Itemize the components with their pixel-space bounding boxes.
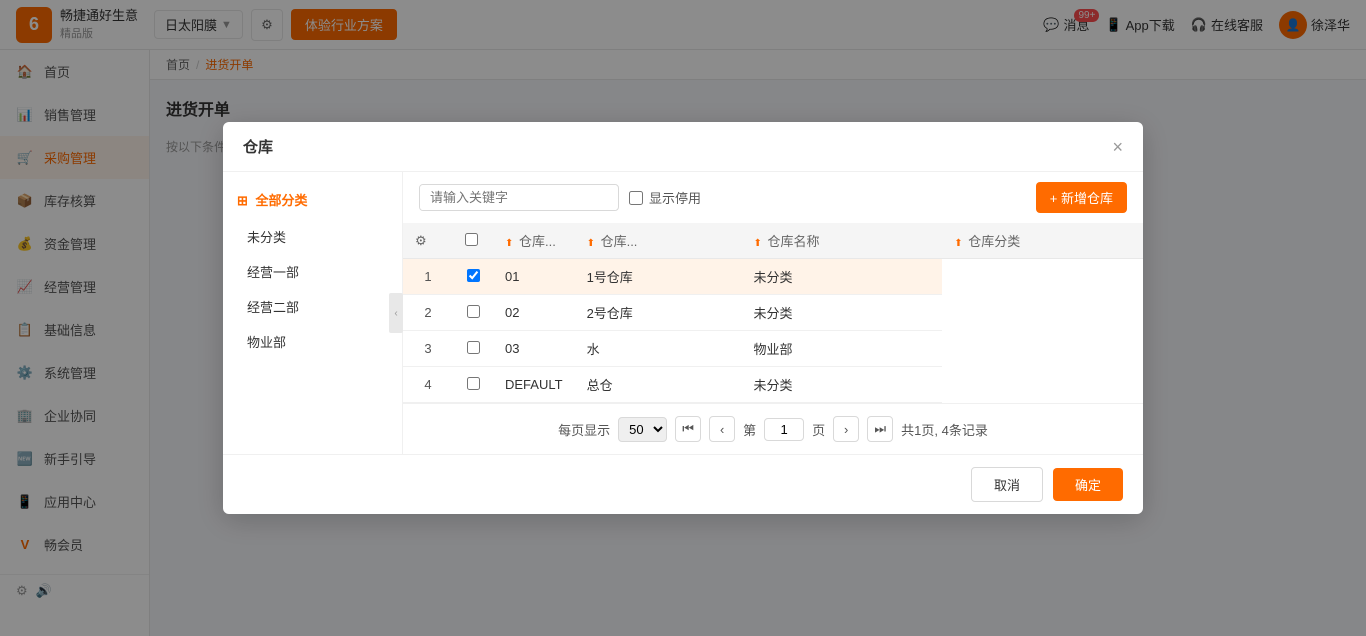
table-row[interactable]: 4 DEFAULT 总仓 未分类: [403, 367, 1143, 403]
row-seq-1: 1: [403, 259, 453, 295]
sort-no-icon: ⬆: [505, 238, 513, 249]
col-checkbox-header[interactable]: [453, 223, 493, 259]
select-all-checkbox[interactable]: [465, 233, 478, 246]
pagination-bar: 每页显示 50 ⏮ ‹ 第 页 › ⏭ 共1页, 4条记录: [403, 403, 1143, 454]
next-page-btn[interactable]: ›: [833, 416, 859, 442]
row-code-1: 01: [493, 259, 575, 295]
row-checkbox-4[interactable]: [467, 377, 480, 390]
row-name-3: 水: [575, 331, 742, 367]
row-seq-2: 2: [403, 295, 453, 331]
row-name-2: 2号仓库: [575, 295, 742, 331]
per-page-label: 每页显示: [558, 420, 610, 439]
row-code-2: 02: [493, 295, 575, 331]
page-label: 第: [743, 420, 756, 439]
category-panel: ⊞ 全部分类 未分类 经营一部 经营二部 物业部 ‹: [223, 172, 403, 454]
modal-body: ⊞ 全部分类 未分类 经营一部 经营二部 物业部 ‹: [223, 172, 1143, 454]
sort-name-icon: ⬆: [753, 238, 761, 249]
first-page-btn[interactable]: ⏮: [675, 416, 701, 442]
modal-close-btn[interactable]: ×: [1112, 138, 1123, 156]
data-toolbar: 🔍 显示停用 + 新增仓库: [403, 172, 1143, 223]
table-row[interactable]: 1 01 1号仓库 未分类: [403, 259, 1143, 295]
table-body: 1 01 1号仓库 未分类 2 02 2号仓库 未分类 3 03 水 物业部 4: [403, 259, 1143, 403]
grid-icon: ⊞: [237, 193, 248, 208]
all-categories-label: 全部分类: [256, 193, 308, 208]
modal-footer: 取消 确定: [223, 454, 1143, 514]
table-scroll: ⚙ ⬆ 仓库... ⬆ 仓库... ⬆ 仓库名称: [403, 223, 1143, 403]
last-page-btn[interactable]: ⏭: [867, 416, 893, 442]
col-category-header[interactable]: ⬆ 仓库分类: [942, 223, 1143, 259]
row-category-4: 未分类: [741, 367, 942, 403]
data-panel: 🔍 显示停用 + 新增仓库 ⚙: [403, 172, 1143, 454]
confirm-btn[interactable]: 确定: [1053, 468, 1123, 501]
warehouse-table: ⚙ ⬆ 仓库... ⬆ 仓库... ⬆ 仓库名称: [403, 223, 1143, 403]
row-cb-cell-4[interactable]: [453, 367, 493, 403]
search-input[interactable]: [420, 185, 616, 210]
sort-cat-icon: ⬆: [954, 238, 962, 249]
row-code-4: DEFAULT: [493, 367, 575, 403]
row-code-3: 03: [493, 331, 575, 367]
cancel-btn[interactable]: 取消: [971, 467, 1043, 502]
total-label: 共1页, 4条记录: [901, 420, 988, 439]
table-row[interactable]: 3 03 水 物业部: [403, 331, 1143, 367]
modal-title: 仓库: [243, 136, 273, 157]
row-cb-cell-3[interactable]: [453, 331, 493, 367]
col-gear-header[interactable]: ⚙: [403, 223, 453, 259]
col-name-header[interactable]: ⬆ 仓库名称: [741, 223, 942, 259]
sort-code-icon: ⬆: [587, 238, 595, 249]
row-name-1: 1号仓库: [575, 259, 742, 295]
page-suffix: 页: [812, 420, 825, 439]
row-category-3: 物业部: [741, 331, 942, 367]
row-checkbox-2[interactable]: [467, 305, 480, 318]
category-item-3[interactable]: 物业部: [223, 324, 402, 359]
warehouse-modal: 仓库 × ⊞ 全部分类 未分类 经营一部 经营二部: [223, 122, 1143, 514]
row-cb-cell-1[interactable]: [453, 259, 493, 295]
show-disabled-checkbox[interactable]: [629, 191, 643, 205]
toolbar-left: 🔍 显示停用: [419, 184, 701, 211]
page-input[interactable]: [764, 418, 804, 441]
per-page-select[interactable]: 50: [618, 417, 667, 442]
modal-overlay[interactable]: 仓库 × ⊞ 全部分类 未分类 经营一部 经营二部: [0, 0, 1366, 636]
all-categories-btn[interactable]: ⊞ 全部分类: [223, 184, 402, 219]
modal-header: 仓库 ×: [223, 122, 1143, 172]
col-no-header[interactable]: ⬆ 仓库...: [493, 223, 575, 259]
row-category-1: 未分类: [741, 259, 942, 295]
row-seq-3: 3: [403, 331, 453, 367]
category-item-0[interactable]: 未分类: [223, 219, 402, 254]
table-head: ⚙ ⬆ 仓库... ⬆ 仓库... ⬆ 仓库名称: [403, 223, 1143, 259]
search-box: 🔍: [419, 184, 619, 211]
show-disabled-label[interactable]: 显示停用: [629, 188, 701, 207]
row-name-4: 总仓: [575, 367, 742, 403]
category-item-1[interactable]: 经营一部: [223, 254, 402, 289]
search-btn[interactable]: 🔍: [616, 186, 619, 210]
prev-page-btn[interactable]: ‹: [709, 416, 735, 442]
row-checkbox-1[interactable]: [467, 269, 480, 282]
category-item-2[interactable]: 经营二部: [223, 289, 402, 324]
category-collapse-btn[interactable]: ‹: [389, 293, 403, 333]
row-category-2: 未分类: [741, 295, 942, 331]
row-checkbox-3[interactable]: [467, 341, 480, 354]
col-code-header[interactable]: ⬆ 仓库...: [575, 223, 742, 259]
table-row[interactable]: 2 02 2号仓库 未分类: [403, 295, 1143, 331]
add-warehouse-btn[interactable]: + 新增仓库: [1036, 182, 1127, 213]
row-seq-4: 4: [403, 367, 453, 403]
row-cb-cell-2[interactable]: [453, 295, 493, 331]
